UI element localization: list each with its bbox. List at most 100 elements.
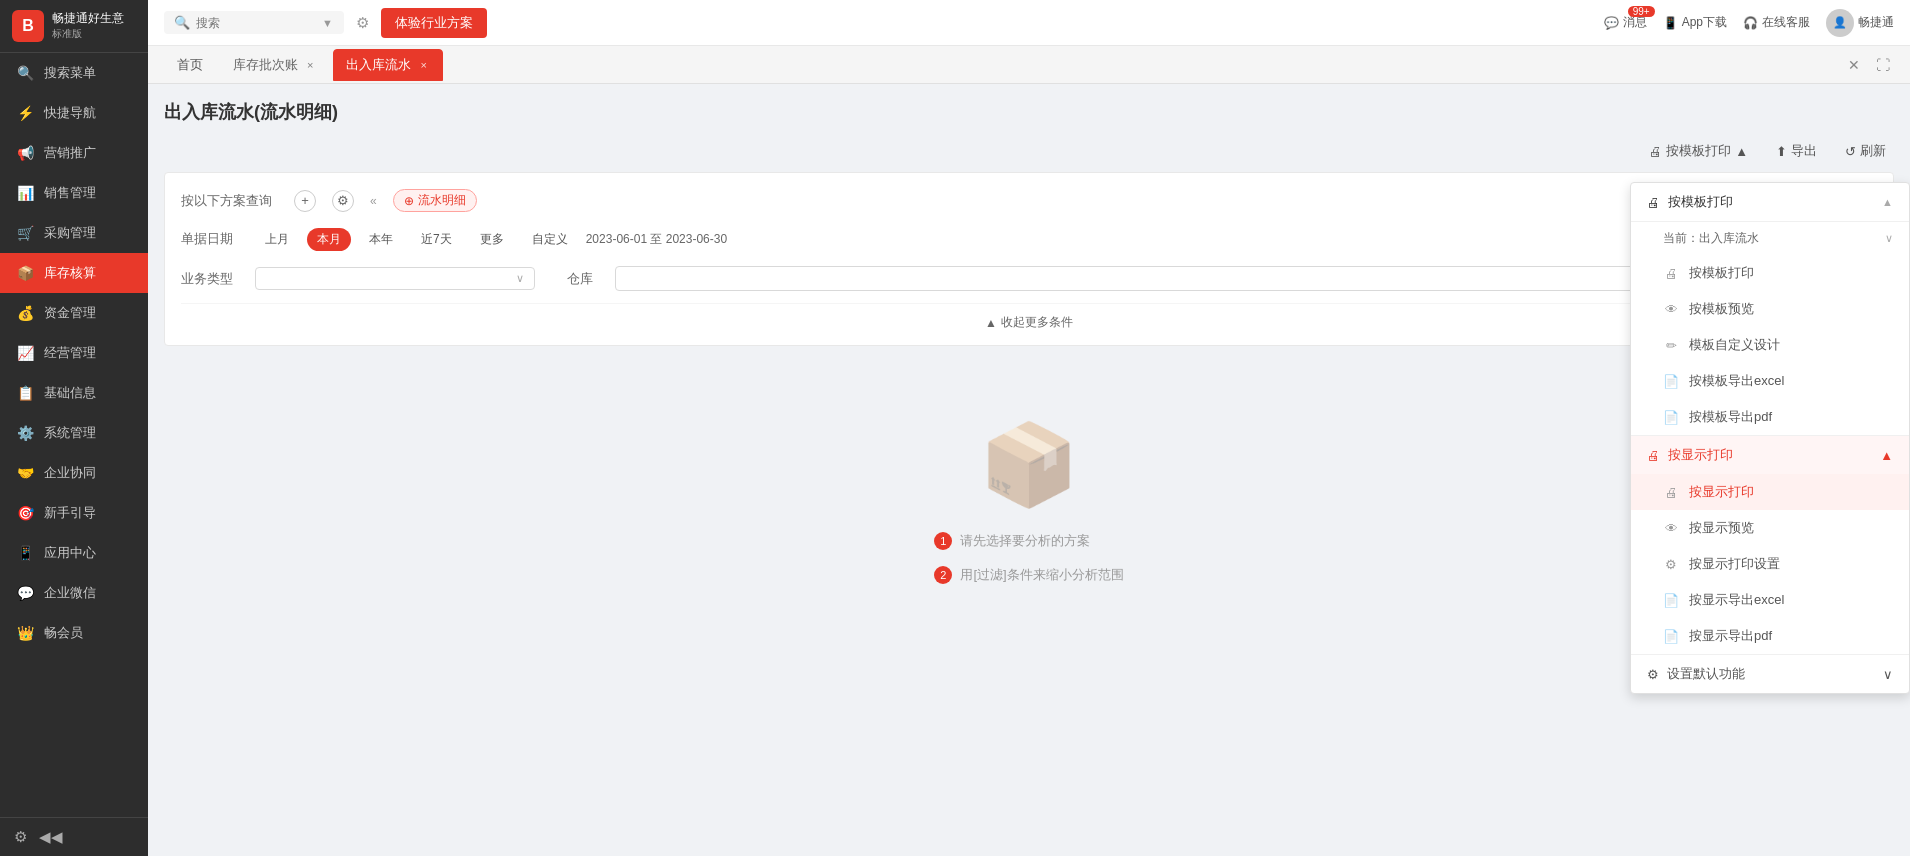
inout-flow-label: 出入库流水 <box>346 56 411 74</box>
date-custom[interactable]: 自定义 <box>522 228 578 251</box>
export-label: 导出 <box>1791 142 1817 160</box>
print-template-label: 按模板打印 <box>1666 142 1731 160</box>
main-area: 🔍 ▼ ⚙ 体验行业方案 💬 消息 99+ 📱 App下载 🎧 在线客服 👤 <box>148 0 1910 856</box>
date-more[interactable]: 更多 <box>470 228 514 251</box>
message-icon: 💬 <box>1604 16 1619 30</box>
tab-batch-ledger[interactable]: 库存批次账 × <box>220 49 329 81</box>
dropdown-template-print[interactable]: 🖨 按模板打印 <box>1631 255 1909 291</box>
filter-add-button[interactable]: + <box>294 190 316 212</box>
topbar: 🔍 ▼ ⚙ 体验行业方案 💬 消息 99+ 📱 App下载 🎧 在线客服 👤 <box>148 0 1910 46</box>
dropdown-display-settings[interactable]: ⚙ 按显示打印设置 <box>1631 546 1909 582</box>
dropdown-footer[interactable]: ⚙ 设置默认功能 ∨ <box>1631 654 1909 693</box>
user-profile[interactable]: 👤 畅捷通 <box>1826 9 1894 37</box>
tab-close-batch-ledger[interactable]: × <box>304 58 316 72</box>
template-print-collapse-icon[interactable]: ▲ <box>1882 196 1893 208</box>
search-dropdown-icon[interactable]: ▼ <box>322 17 333 29</box>
template-current-row[interactable]: 当前：出入库流水 ∨ <box>1631 222 1909 255</box>
sidebar-item-wechat[interactable]: 💬 企业微信 <box>0 573 148 613</box>
settings-footer-icon[interactable]: ⚙ <box>14 828 27 846</box>
quick-nav-nav-label: 快捷导航 <box>44 104 134 122</box>
message-action[interactable]: 💬 消息 99+ <box>1604 14 1647 31</box>
business-type-arrow: ∨ <box>516 272 524 285</box>
tab-close-inout-flow[interactable]: × <box>417 58 429 72</box>
app-download-label: App下载 <box>1682 14 1727 31</box>
trial-button[interactable]: 体验行业方案 <box>381 8 487 38</box>
sidebar-item-finance[interactable]: 💰 资金管理 <box>0 293 148 333</box>
dropdown-template-pdf[interactable]: 📄 按模板导出pdf <box>1631 399 1909 435</box>
print-template-button[interactable]: 🖨 按模板打印 ▲ <box>1641 138 1756 164</box>
sidebar-item-basic-info[interactable]: 📋 基础信息 <box>0 373 148 413</box>
headset-icon: 🎧 <box>1743 16 1758 30</box>
footer-settings-icon: ⚙ <box>1647 667 1659 682</box>
dropdown-template-preview[interactable]: 👁 按模板预览 <box>1631 291 1909 327</box>
sidebar-item-quick-nav[interactable]: ⚡ 快捷导航 <box>0 93 148 133</box>
member-nav-icon: 👑 <box>14 625 36 641</box>
template-excel-label: 按模板导出excel <box>1689 372 1784 390</box>
dropdown-display-pdf[interactable]: 📄 按显示导出pdf <box>1631 618 1909 654</box>
display-print-section-header[interactable]: 🖨 按显示打印 ▲ <box>1631 436 1909 474</box>
template-custom-label: 模板自定义设计 <box>1689 336 1780 354</box>
business-type-field[interactable]: ∨ <box>255 267 535 290</box>
template-print-section-header[interactable]: 🖨 按模板打印 ▲ <box>1631 183 1909 222</box>
guide-nav-label: 新手引导 <box>44 504 134 522</box>
template-preview-label: 按模板预览 <box>1689 300 1754 318</box>
dropdown-template-excel[interactable]: 📄 按模板导出excel <box>1631 363 1909 399</box>
app-download-action[interactable]: 📱 App下载 <box>1663 14 1727 31</box>
date-this-month[interactable]: 本月 <box>307 228 351 251</box>
collapse-more-btn[interactable]: ▲ 收起更多条件 <box>985 308 1073 337</box>
display-print-header-icon: 🖨 <box>1647 448 1660 463</box>
filter-header-row: 按以下方案查询 + ⚙ « ⊕ 流水明细 <box>181 189 1877 212</box>
mobile-icon: 📱 <box>1663 16 1678 30</box>
dropdown-display-excel[interactable]: 📄 按显示导出excel <box>1631 582 1909 618</box>
display-print-collapse-icon[interactable]: ▲ <box>1880 448 1893 463</box>
purchase-nav-icon: 🛒 <box>14 225 36 241</box>
dropdown-display-preview[interactable]: 👁 按显示预览 <box>1631 510 1909 546</box>
footer-label: 设置默认功能 <box>1667 665 1745 683</box>
print-dropdown-arrow[interactable]: ▲ <box>1735 144 1748 159</box>
date-this-year[interactable]: 本年 <box>359 228 403 251</box>
basic-info-nav-icon: 📋 <box>14 385 36 401</box>
sidebar-item-member[interactable]: 👑 畅会员 <box>0 613 148 653</box>
date-last-7[interactable]: 近7天 <box>411 228 462 251</box>
collapse-footer-icon[interactable]: ◀◀ <box>39 828 63 846</box>
sidebar-item-purchase[interactable]: 🛒 采购管理 <box>0 213 148 253</box>
search-input[interactable] <box>196 16 316 30</box>
customer-service-label: 在线客服 <box>1762 14 1810 31</box>
topbar-search-box[interactable]: 🔍 ▼ <box>164 11 344 34</box>
sidebar-item-sales[interactable]: 📊 销售管理 <box>0 173 148 213</box>
tab-home[interactable]: 首页 <box>164 49 216 81</box>
refresh-icon: ↺ <box>1845 144 1856 159</box>
sidebar-item-inventory[interactable]: 📦 库存核算 <box>0 253 148 293</box>
search-nav-label: 搜索菜单 <box>44 64 134 82</box>
sidebar-item-search[interactable]: 🔍 搜索菜单 <box>0 53 148 93</box>
template-print-item-label: 按模板打印 <box>1689 264 1754 282</box>
customer-service-action[interactable]: 🎧 在线客服 <box>1743 14 1810 31</box>
page-title: 出入库流水(流水明细) <box>164 100 1894 124</box>
filter-settings-button[interactable]: ⚙ <box>332 190 354 212</box>
guide-nav-icon: 🎯 <box>14 505 36 521</box>
export-button[interactable]: ⬆ 导出 <box>1768 138 1825 164</box>
topbar-gear-icon[interactable]: ⚙ <box>356 14 369 32</box>
sidebar-item-marketing[interactable]: 📢 营销推广 <box>0 133 148 173</box>
sidebar-item-operations[interactable]: 📈 经营管理 <box>0 333 148 373</box>
tab-inout-flow[interactable]: 出入库流水 × <box>333 49 442 81</box>
tab-close-all-icon[interactable]: ✕ <box>1844 53 1864 77</box>
sidebar-item-system[interactable]: ⚙️ 系统管理 <box>0 413 148 453</box>
wechat-nav-label: 企业微信 <box>44 584 134 602</box>
display-preview-label: 按显示预览 <box>1689 519 1754 537</box>
sidebar-item-app-center[interactable]: 📱 应用中心 <box>0 533 148 573</box>
dropdown-template-custom[interactable]: ✏ 模板自定义设计 <box>1631 327 1909 363</box>
export-icon: ⬆ <box>1776 144 1787 159</box>
tab-expand-icon[interactable]: ⛶ <box>1872 53 1894 77</box>
active-filter-tag[interactable]: ⊕ 流水明细 <box>393 189 477 212</box>
sidebar-item-guide[interactable]: 🎯 新手引导 <box>0 493 148 533</box>
display-print-icon: 🖨 <box>1663 485 1679 500</box>
dropdown-display-print[interactable]: 🖨 按显示打印 <box>1631 474 1909 510</box>
printer-icon: 🖨 <box>1649 144 1662 159</box>
topbar-actions: 💬 消息 99+ 📱 App下载 🎧 在线客服 👤 畅捷通 <box>1604 9 1894 37</box>
sidebar-item-enterprise[interactable]: 🤝 企业协同 <box>0 453 148 493</box>
filter-collapse-icon[interactable]: « <box>370 194 377 208</box>
inventory-nav-icon: 📦 <box>14 265 36 281</box>
refresh-button[interactable]: ↺ 刷新 <box>1837 138 1894 164</box>
date-last-month[interactable]: 上月 <box>255 228 299 251</box>
